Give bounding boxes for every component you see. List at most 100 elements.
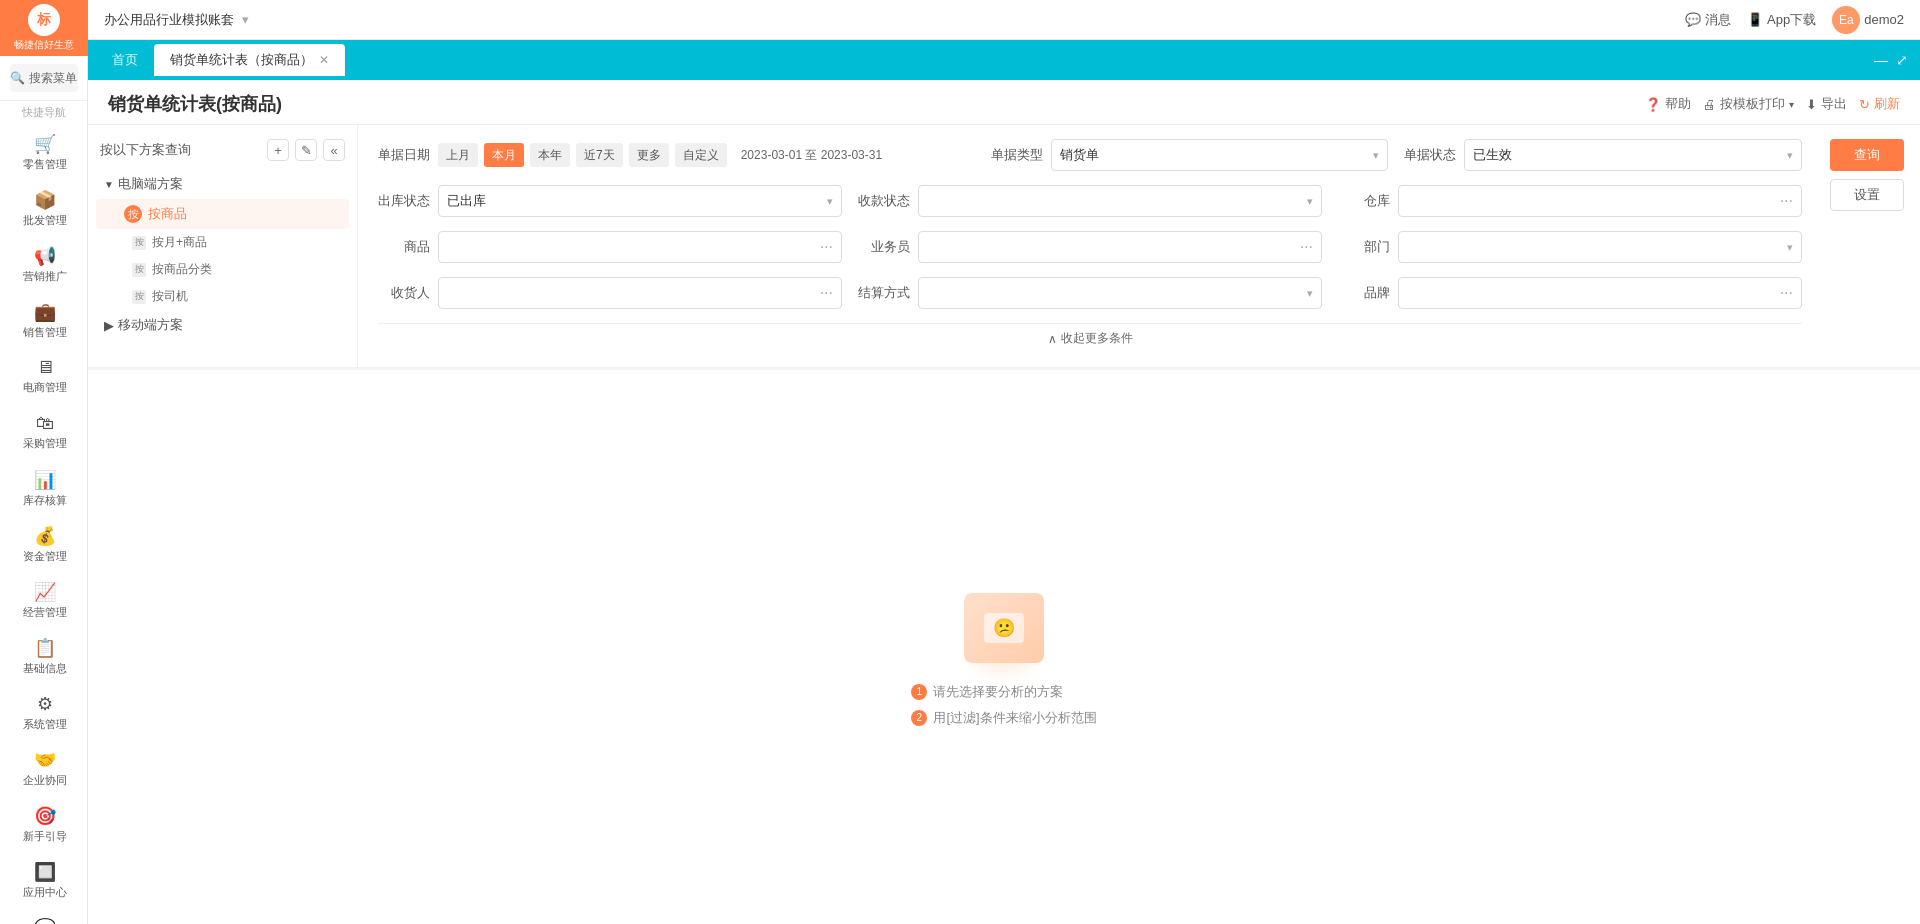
window-maximize-icon[interactable]: ⤢ [1896, 52, 1908, 68]
tab-close-button[interactable]: ✕ [319, 53, 329, 67]
dept-select[interactable]: ▾ [1398, 231, 1802, 263]
message-icon: 💬 [1685, 12, 1701, 27]
empty-hint-row-2: 2 用[过滤]条件来缩小分析范围 [911, 705, 1096, 731]
sidebar-item-ecommerce[interactable]: 🖥 电商管理 [0, 348, 87, 404]
filter-row-4: 收货人 ··· 结算方式 [378, 277, 1802, 309]
window-minimize-icon[interactable]: — [1874, 52, 1888, 68]
user-avatar: Ea [1832, 6, 1860, 34]
tree-item-by-cashier[interactable]: 按 按司机 [96, 283, 349, 310]
date-btn-this-month[interactable]: 本月 [484, 143, 524, 167]
date-btn-custom[interactable]: 自定义 [675, 143, 727, 167]
filter-dept: 部门 ▾ [1338, 231, 1802, 263]
filter-row-3: 商品 ··· 业务员 [378, 231, 1802, 263]
date-btn-this-year[interactable]: 本年 [530, 143, 570, 167]
settings-button[interactable]: 设置 [1830, 179, 1904, 211]
warehouse-select[interactable]: ··· [1398, 185, 1802, 217]
app-logo: 标 畅捷信好生意 [0, 0, 88, 56]
enterprise-icon: 🤝 [34, 749, 56, 771]
payment-status-select[interactable]: ▾ [918, 185, 1322, 217]
tab-home[interactable]: 首页 [96, 44, 154, 76]
sidebar-item-base[interactable]: 📋 基础信息 [0, 628, 87, 684]
app-download-button[interactable]: 📱 App下载 [1747, 11, 1816, 29]
collapse-filters-button[interactable]: ∧ 收起更多条件 [378, 323, 1802, 353]
tree-item-by-category[interactable]: 按 按商品分类 [96, 256, 349, 283]
print-icon: 🖨 [1703, 97, 1716, 112]
tree-group-desktop-header[interactable]: ▼ 电脑端方案 [96, 169, 349, 199]
sidebar-item-marketing[interactable]: 📢 营销推广 [0, 236, 87, 292]
out-status-select[interactable]: 已出库 ▾ [438, 185, 842, 217]
tree-panel: 按以下方案查询 + ✎ « ▼ 电脑端方案 按 [88, 125, 358, 367]
doc-status-select[interactable]: 已生效 ▾ [1464, 139, 1802, 171]
search-icon: 🔍 [10, 71, 25, 85]
topbar-left: 办公用品行业模拟账套 ▾ [104, 11, 249, 29]
sidebar-item-purchase[interactable]: 🛍 采购管理 [0, 404, 87, 460]
topbar: 办公用品行业模拟账套 ▾ 💬 消息 📱 App下载 Ea demo2 [88, 0, 1920, 40]
help-icon: ❓ [1645, 97, 1661, 112]
filter-area: 单据日期 上月 本月 本年 近7天 更多 自定义 [358, 125, 1822, 367]
tree-item-by-product[interactable]: 按 按商品 [96, 199, 349, 229]
filter-row-1: 单据日期 上月 本月 本年 近7天 更多 自定义 [378, 139, 1802, 171]
staff-more-icon[interactable]: ··· [1300, 238, 1313, 256]
warehouse-more-icon[interactable]: ··· [1780, 192, 1793, 210]
export-button[interactable]: ⬇ 导出 [1806, 95, 1847, 113]
staff-select[interactable]: ··· [918, 231, 1322, 263]
purchase-icon: 🛍 [36, 413, 54, 434]
query-actions: 查询 设置 [1822, 125, 1920, 367]
message-button[interactable]: 💬 消息 [1685, 11, 1731, 29]
tree-collapse-button[interactable]: « [323, 139, 345, 161]
print-button[interactable]: 🖨 按模板打印 ▾ [1703, 95, 1794, 113]
tree-sub-icon-1: 按 [132, 236, 146, 250]
product-select[interactable]: ··· [438, 231, 842, 263]
tree-group-mobile-header[interactable]: ▶ 移动端方案 [96, 310, 349, 340]
filter-date: 单据日期 上月 本月 本年 近7天 更多 自定义 [378, 143, 975, 167]
sidebar-item-newbie[interactable]: 🎯 新手引导 [0, 796, 87, 852]
date-btn-more[interactable]: 更多 [629, 143, 669, 167]
sidebar-item-inventory[interactable]: 📊 库存核算 [0, 460, 87, 516]
chevron-down-icon: ▼ [104, 179, 114, 190]
tab-sales-stat[interactable]: 销货单统计表（按商品） ✕ [154, 44, 345, 76]
user-menu[interactable]: Ea demo2 [1832, 6, 1904, 34]
inner-content: 按以下方案查询 + ✎ « ▼ 电脑端方案 按 [88, 125, 1920, 924]
date-btn-last-7-days[interactable]: 近7天 [576, 143, 623, 167]
tree-item-by-month-product[interactable]: 按 按月+商品 [96, 229, 349, 256]
quick-nav-btn[interactable]: 快捷导航 [0, 101, 87, 124]
sidebar-item-wechat[interactable]: 💬 企业微信 [0, 908, 87, 924]
empty-face-icon: 😕 [984, 613, 1024, 643]
query-button[interactable]: 查询 [1830, 139, 1904, 171]
page-title: 销货单统计表(按商品) [108, 92, 282, 116]
tree-edit-button[interactable]: ✎ [295, 139, 317, 161]
refresh-button[interactable]: ↻ 刷新 [1859, 95, 1900, 113]
chevron-down-icon: ▾ [1787, 149, 1793, 162]
sidebar-item-apps[interactable]: 🔲 应用中心 [0, 852, 87, 908]
filter-staff: 业务员 ··· [858, 231, 1322, 263]
date-btn-last-month[interactable]: 上月 [438, 143, 478, 167]
search-menu-button[interactable]: 🔍 搜索菜单 [10, 64, 78, 92]
recipient-select[interactable]: ··· [438, 277, 842, 309]
sidebar-item-enterprise[interactable]: 🤝 企业协同 [0, 740, 87, 796]
tree-group-mobile: ▶ 移动端方案 [88, 310, 357, 340]
sidebar-item-retail[interactable]: 🛒 零售管理 [0, 124, 87, 180]
tree-add-button[interactable]: + [267, 139, 289, 161]
sidebar-item-system[interactable]: ⚙ 系统管理 [0, 684, 87, 740]
product-more-icon[interactable]: ··· [820, 238, 833, 256]
sales-icon: 💼 [34, 301, 56, 323]
brand-select[interactable]: ··· [1398, 277, 1802, 309]
sidebar-item-finance[interactable]: 💰 资金管理 [0, 516, 87, 572]
filter-recipient: 收货人 ··· [378, 277, 842, 309]
hint-number-2: 2 [911, 710, 927, 726]
sidebar-item-sales[interactable]: 💼 销售管理 [0, 292, 87, 348]
sidebar-item-operation[interactable]: 📈 经营管理 [0, 572, 87, 628]
tree-header-actions: + ✎ « [267, 139, 345, 161]
workspace-dropdown-icon[interactable]: ▾ [242, 12, 249, 27]
filter-product: 商品 ··· [378, 231, 842, 263]
chevron-down-icon: ▾ [1373, 149, 1379, 162]
chevron-down-icon: ▾ [827, 195, 833, 208]
sidebar-nav: 🛒 零售管理 📦 批发管理 📢 营销推广 💼 销售管理 🖥 电商管理 🛍 采购管… [0, 124, 87, 924]
settlement-select[interactable]: ▾ [918, 277, 1322, 309]
doc-type-select[interactable]: 销货单 ▾ [1051, 139, 1389, 171]
sidebar-item-wholesale[interactable]: 📦 批发管理 [0, 180, 87, 236]
help-button[interactable]: ❓ 帮助 [1645, 95, 1691, 113]
recipient-more-icon[interactable]: ··· [820, 284, 833, 302]
brand-more-icon[interactable]: ··· [1780, 284, 1793, 302]
page-header: 销货单统计表(按商品) ❓ 帮助 🖨 按模板打印 ▾ ⬇ 导出 ↻ 刷新 [88, 80, 1920, 125]
